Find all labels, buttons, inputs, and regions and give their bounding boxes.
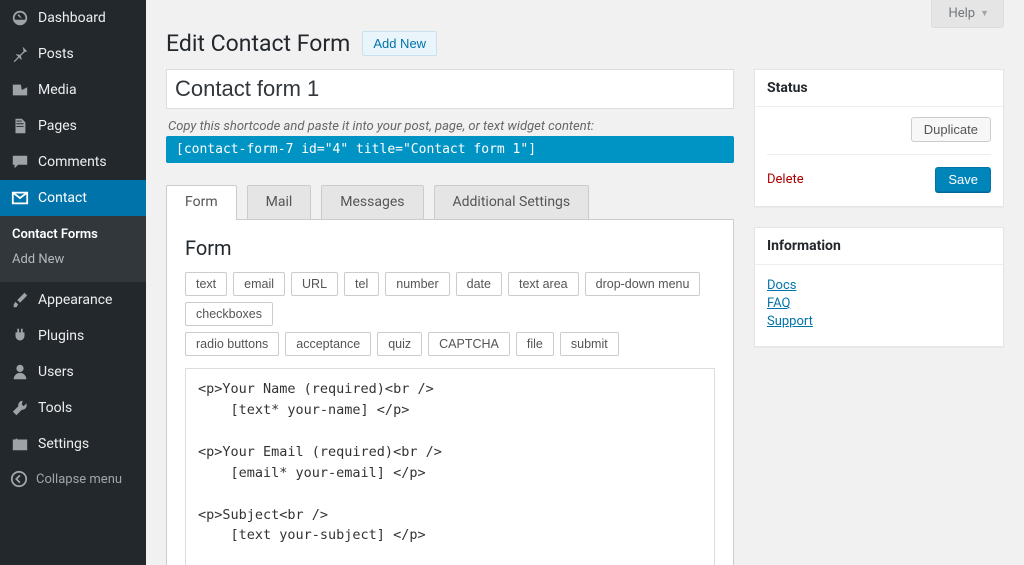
shortcode-field[interactable]: [contact-form-7 id="4" title="Contact fo… [166, 136, 734, 163]
shortcode-hint: Copy this shortcode and paste it into yo… [168, 119, 734, 134]
sidebar-item-dashboard[interactable]: Dashboard [0, 0, 146, 36]
sidebar-item-label: Appearance [38, 292, 112, 308]
sidebar-item-label: Dashboard [38, 10, 106, 26]
tag-generator-row-2: radio buttons acceptance quiz CAPTCHA fi… [185, 332, 715, 356]
submenu-item-contact-forms[interactable]: Contact Forms [0, 222, 146, 247]
tag-btn-checkboxes[interactable]: checkboxes [185, 302, 273, 326]
sidebar-item-label: Tools [38, 400, 72, 416]
sidebar-item-posts[interactable]: Posts [0, 36, 146, 72]
tools-icon [10, 398, 30, 418]
panel-heading: Form [185, 236, 715, 260]
collapse-icon [10, 470, 28, 488]
sidebar-item-contact[interactable]: Contact [0, 180, 146, 216]
tab-additional-settings[interactable]: Additional Settings [434, 185, 590, 220]
submenu-item-add-new[interactable]: Add New [0, 247, 146, 272]
sidebar-submenu: Contact Forms Add New [0, 216, 146, 282]
envelope-icon [10, 188, 30, 208]
page-heading-row: Edit Contact Form Add New [166, 30, 1004, 57]
sidebar-item-label: Settings [38, 436, 89, 452]
sidebar-item-media[interactable]: Media [0, 72, 146, 108]
status-heading: Status [755, 70, 1003, 107]
tag-btn-tel[interactable]: tel [344, 272, 379, 296]
sidebar-item-label: Plugins [38, 328, 84, 344]
tag-btn-captcha[interactable]: CAPTCHA [428, 332, 510, 356]
sidebar-item-label: Contact [38, 190, 87, 206]
info-link-support[interactable]: Support [767, 314, 991, 329]
media-icon [10, 80, 30, 100]
tag-btn-number[interactable]: number [385, 272, 449, 296]
side-column: Status Duplicate Delete Save Information… [754, 69, 1004, 565]
sidebar-item-settings[interactable]: Settings [0, 426, 146, 462]
collapse-label: Collapse menu [36, 472, 122, 487]
information-heading: Information [755, 228, 1003, 265]
sidebar-item-label: Comments [38, 154, 107, 170]
information-box: Information Docs FAQ Support [754, 227, 1004, 347]
sidebar-item-label: Pages [38, 118, 77, 134]
sidebar-item-comments[interactable]: Comments [0, 144, 146, 180]
chevron-down-icon: ▼ [980, 8, 989, 19]
comments-icon [10, 152, 30, 172]
form-title-input[interactable] [166, 69, 734, 109]
help-toggle[interactable]: Help ▼ [931, 0, 1004, 28]
tag-generator-row-1: text email URL tel number date text area… [185, 272, 715, 326]
tab-mail[interactable]: Mail [247, 185, 312, 220]
user-icon [10, 362, 30, 382]
tab-messages[interactable]: Messages [321, 185, 423, 220]
tag-btn-submit[interactable]: submit [560, 332, 619, 356]
tag-btn-quiz[interactable]: quiz [377, 332, 422, 356]
pin-icon [10, 44, 30, 64]
screen-meta: Help ▼ [166, 0, 1004, 28]
settings-icon [10, 434, 30, 454]
editor-tabs: Form Mail Messages Additional Settings [166, 185, 734, 220]
sidebar-item-appearance[interactable]: Appearance [0, 282, 146, 318]
duplicate-button[interactable]: Duplicate [911, 117, 991, 142]
pages-icon [10, 116, 30, 136]
sidebar-item-pages[interactable]: Pages [0, 108, 146, 144]
tag-btn-acceptance[interactable]: acceptance [285, 332, 371, 356]
page-title: Edit Contact Form [166, 30, 350, 57]
sidebar-item-label: Users [38, 364, 74, 380]
tag-btn-url[interactable]: URL [291, 272, 338, 296]
tag-btn-text[interactable]: text [185, 272, 227, 296]
tag-btn-date[interactable]: date [456, 272, 502, 296]
info-link-faq[interactable]: FAQ [767, 296, 991, 311]
form-body-textarea[interactable] [185, 368, 715, 565]
sidebar-item-label: Posts [38, 46, 74, 62]
help-label: Help [948, 6, 975, 21]
add-new-button[interactable]: Add New [362, 31, 437, 56]
info-link-docs[interactable]: Docs [767, 278, 991, 293]
tab-form[interactable]: Form [166, 185, 237, 220]
sidebar-item-users[interactable]: Users [0, 354, 146, 390]
brush-icon [10, 290, 30, 310]
save-button[interactable]: Save [935, 167, 991, 192]
tag-btn-radio[interactable]: radio buttons [185, 332, 279, 356]
dashboard-icon [10, 8, 30, 28]
collapse-menu[interactable]: Collapse menu [0, 462, 146, 496]
form-panel: Form text email URL tel number date text… [166, 219, 734, 565]
plugin-icon [10, 326, 30, 346]
delete-link[interactable]: Delete [767, 172, 804, 187]
status-box: Status Duplicate Delete Save [754, 69, 1004, 207]
sidebar-item-label: Media [38, 82, 77, 98]
tag-btn-textarea[interactable]: text area [508, 272, 579, 296]
main-column: Copy this shortcode and paste it into yo… [166, 69, 734, 565]
tag-btn-dropdown[interactable]: drop-down menu [585, 272, 701, 296]
tag-btn-file[interactable]: file [516, 332, 554, 356]
tag-btn-email[interactable]: email [233, 272, 285, 296]
admin-sidebar: Dashboard Posts Media Pages Comments Con… [0, 0, 146, 565]
sidebar-item-plugins[interactable]: Plugins [0, 318, 146, 354]
main-content: Help ▼ Edit Contact Form Add New Copy th… [146, 0, 1024, 565]
sidebar-item-tools[interactable]: Tools [0, 390, 146, 426]
